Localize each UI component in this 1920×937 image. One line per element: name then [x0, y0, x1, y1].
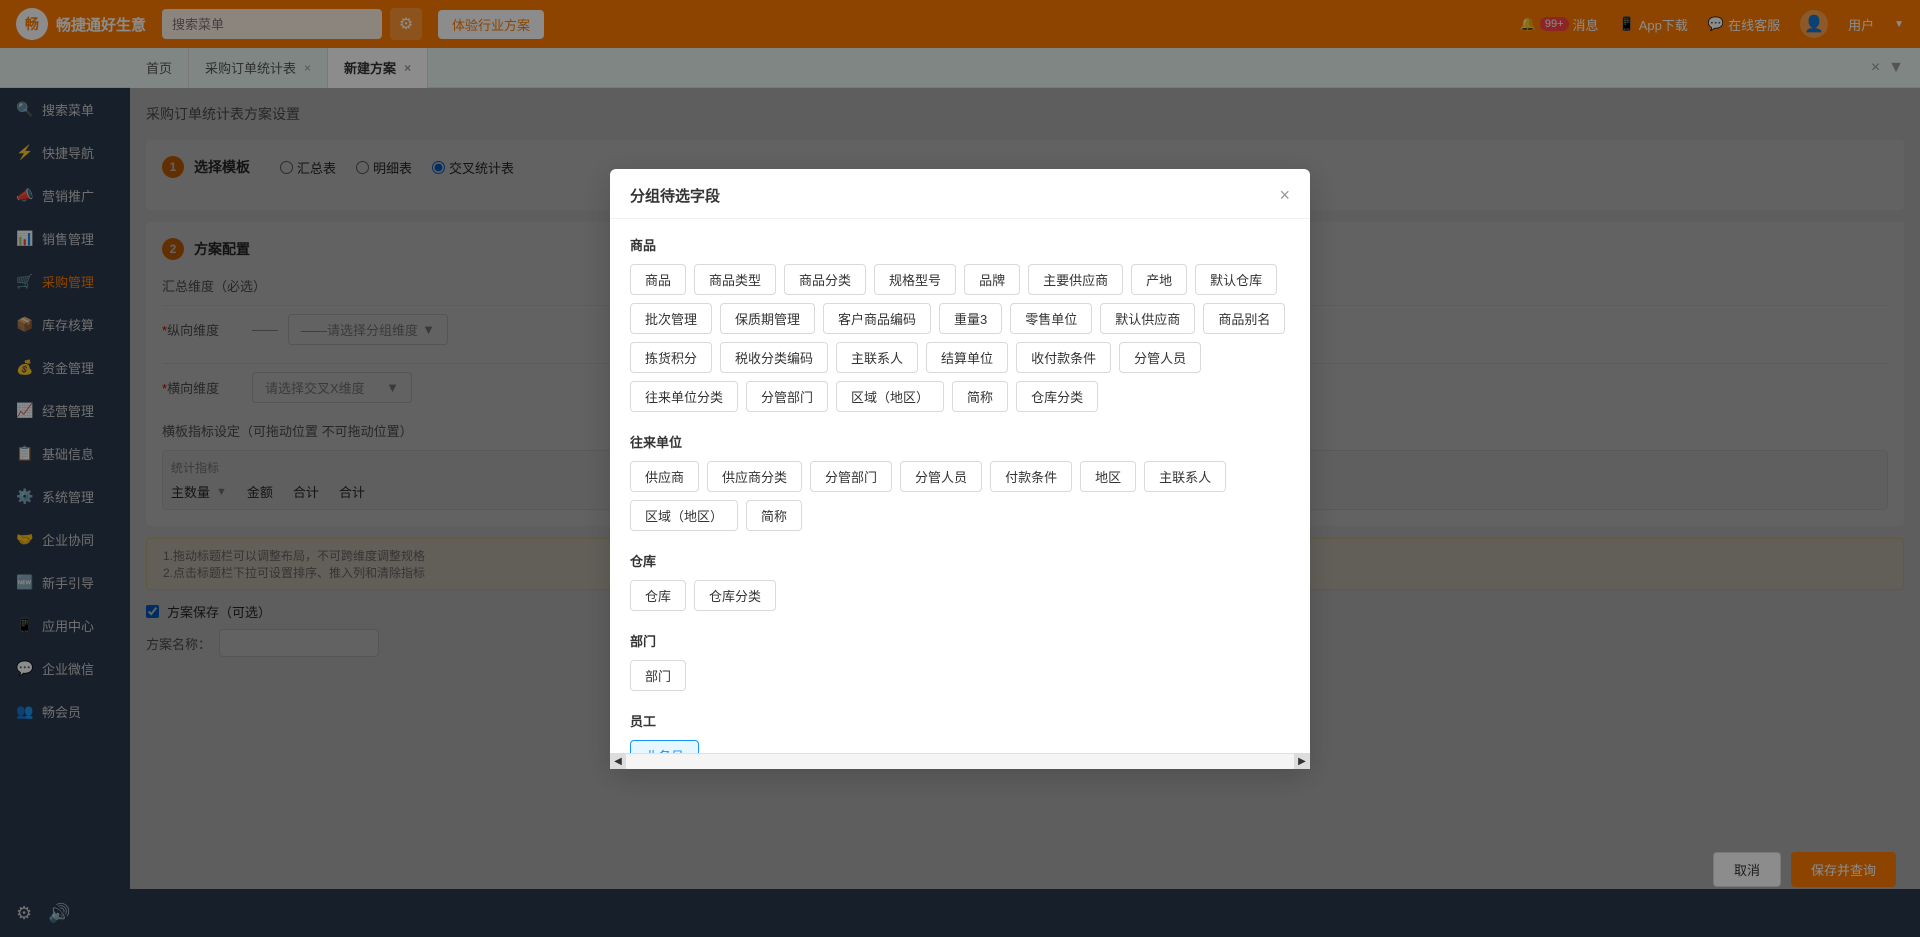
field-tag-wh[interactable]: 仓库 [630, 580, 686, 611]
modal-horizontal-scrollbar[interactable]: ◀ ▶ [610, 753, 1310, 769]
field-tag-pickup-points[interactable]: 拣货积分 [630, 342, 712, 373]
field-tag-default-supplier[interactable]: 默认供应商 [1100, 303, 1195, 334]
field-tag-dept3[interactable]: 部门 [630, 660, 686, 691]
field-tag-goods-category[interactable]: 商品分类 [784, 264, 866, 295]
field-tag-payment-terms[interactable]: 收付款条件 [1016, 342, 1111, 373]
employee-field-tags: 业务员 [630, 740, 1290, 753]
field-tag-region2[interactable]: 地区 [1080, 461, 1136, 492]
field-tag-retail-unit[interactable]: 零售单位 [1010, 303, 1092, 334]
field-tag-supplier-category[interactable]: 供应商分类 [707, 461, 802, 492]
modal-close-button[interactable]: × [1279, 185, 1290, 206]
field-section-department: 部门 部门 [630, 631, 1290, 691]
field-tag-goods[interactable]: 商品 [630, 264, 686, 295]
field-tag-quality-mgmt[interactable]: 保质期管理 [720, 303, 815, 334]
scroll-left-arrow[interactable]: ◀ [610, 753, 626, 769]
field-section-warehouse: 仓库 仓库 仓库分类 [630, 551, 1290, 611]
department-field-tags: 部门 [630, 660, 1290, 691]
field-tag-manager[interactable]: 分管人员 [1119, 342, 1201, 373]
scroll-right-arrow[interactable]: ▶ [1294, 753, 1310, 769]
field-tag-weight3[interactable]: 重量3 [939, 303, 1002, 334]
modal-body: 商品 商品 商品类型 商品分类 规格型号 品牌 主要供应商 产地 默认仓库 批次… [610, 219, 1310, 753]
scroll-track[interactable] [626, 754, 1294, 769]
field-tag-dept[interactable]: 分管部门 [746, 381, 828, 412]
modal-title: 分组待选字段 [630, 185, 720, 206]
section-title-partner: 往来单位 [630, 432, 1290, 451]
field-tag-short-name2[interactable]: 简称 [746, 500, 802, 531]
field-tag-payment-cond[interactable]: 付款条件 [990, 461, 1072, 492]
field-tag-supplier[interactable]: 供应商 [630, 461, 699, 492]
field-tag-customer-code[interactable]: 客户商品编码 [823, 303, 931, 334]
field-tag-main-contact2[interactable]: 主联系人 [1144, 461, 1226, 492]
field-tag-warehouse-category[interactable]: 仓库分类 [1016, 381, 1098, 412]
section-title-department: 部门 [630, 631, 1290, 650]
field-tag-region[interactable]: 区域（地区） [836, 381, 944, 412]
field-tag-region3[interactable]: 区域（地区） [630, 500, 738, 531]
field-tag-default-warehouse[interactable]: 默认仓库 [1195, 264, 1277, 295]
field-tag-origin[interactable]: 产地 [1131, 264, 1187, 295]
field-tag-manager2[interactable]: 分管人员 [900, 461, 982, 492]
field-tag-wh-category[interactable]: 仓库分类 [694, 580, 776, 611]
section-title-employee: 员工 [630, 711, 1290, 730]
modal-overlay: 分组待选字段 × 商品 商品 商品类型 商品分类 规格型号 品牌 主要供应商 产… [0, 0, 1920, 937]
field-tag-tax-category-code[interactable]: 税收分类编码 [720, 342, 828, 373]
field-tag-unit-category[interactable]: 往来单位分类 [630, 381, 738, 412]
field-section-employee: 员工 业务员 [630, 711, 1290, 753]
field-tag-goods-alias[interactable]: 商品别名 [1203, 303, 1285, 334]
section-title-warehouse: 仓库 [630, 551, 1290, 570]
goods-field-tags: 商品 商品类型 商品分类 规格型号 品牌 主要供应商 产地 默认仓库 批次管理 … [630, 264, 1290, 412]
section-title-goods: 商品 [630, 235, 1290, 254]
modal-dialog: 分组待选字段 × 商品 商品 商品类型 商品分类 规格型号 品牌 主要供应商 产… [610, 169, 1310, 769]
warehouse-field-tags: 仓库 仓库分类 [630, 580, 1290, 611]
field-tag-short-name[interactable]: 简称 [952, 381, 1008, 412]
field-section-partner: 往来单位 供应商 供应商分类 分管部门 分管人员 付款条件 地区 主联系人 区域… [630, 432, 1290, 531]
field-tag-goods-type[interactable]: 商品类型 [694, 264, 776, 295]
field-tag-settlement-unit[interactable]: 结算单位 [926, 342, 1008, 373]
field-tag-salesperson[interactable]: 业务员 [630, 740, 699, 753]
field-tag-main-contact[interactable]: 主联系人 [836, 342, 918, 373]
field-tag-spec-type[interactable]: 规格型号 [874, 264, 956, 295]
modal-header: 分组待选字段 × [610, 169, 1310, 219]
field-tag-brand[interactable]: 品牌 [964, 264, 1020, 295]
field-section-goods: 商品 商品 商品类型 商品分类 规格型号 品牌 主要供应商 产地 默认仓库 批次… [630, 235, 1290, 412]
field-tag-batch-mgmt[interactable]: 批次管理 [630, 303, 712, 334]
partner-field-tags: 供应商 供应商分类 分管部门 分管人员 付款条件 地区 主联系人 区域（地区） … [630, 461, 1290, 531]
field-tag-dept2[interactable]: 分管部门 [810, 461, 892, 492]
field-tag-main-supplier[interactable]: 主要供应商 [1028, 264, 1123, 295]
